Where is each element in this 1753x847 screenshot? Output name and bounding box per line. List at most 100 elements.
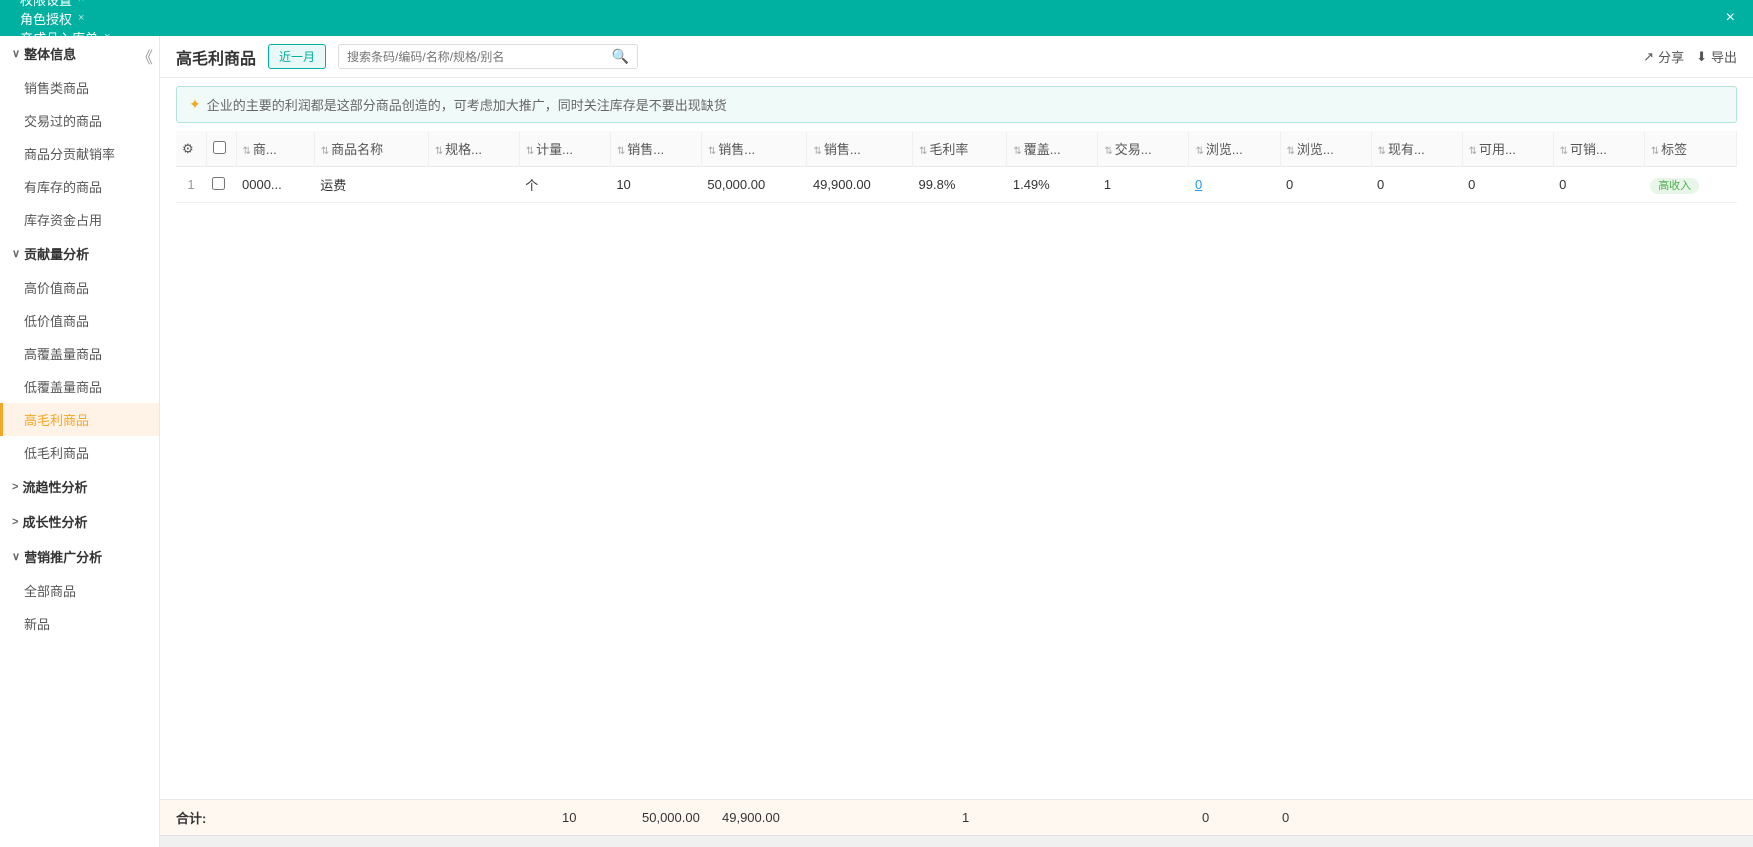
main-layout: 《 ∨整体信息销售类商品交易过的商品商品分贡献销率有库存的商品库存资金占用∨贡献… [0,36,1753,847]
col-header-browse1[interactable]: ⇅浏览... [1189,131,1280,167]
sidebar-group-arrow: ∨ [12,550,20,563]
col-label-saleAmt2: 销售... [824,142,861,157]
sidebar-group-整体信息[interactable]: ∨整体信息 [0,36,159,71]
sidebar-content: ∨整体信息销售类商品交易过的商品商品分贡献销率有库存的商品库存资金占用∨贡献量分… [0,36,159,640]
sort-icon: ⇅ [1013,146,1021,157]
sort-icon: ⇅ [526,146,534,157]
sort-icon: ⇅ [321,146,329,157]
col-label-name: 商品名称 [331,142,383,157]
footer-current: 0 [1196,810,1276,825]
sort-icon: ⇅ [1195,146,1203,157]
col-header-name[interactable]: ⇅商品名称 [314,131,428,167]
footer-label: 合计: [176,808,236,827]
col-label-saleAmt: 销售... [718,142,755,157]
time-filter-button[interactable]: 近一月 [268,44,326,69]
sidebar-group-流趋性分析[interactable]: >流趋性分析 [0,469,159,504]
data-table: ⚙⇅商...⇅商品名称⇅规格...⇅计量...⇅销售...⇅销售...⇅销售..… [176,131,1737,203]
col-label-salable: 可销... [1570,142,1607,157]
share-label: 分享 [1658,47,1684,66]
sidebar-group-营销推广分析[interactable]: ∨ 营销推广分析 [0,539,159,574]
col-header-saleAmt[interactable]: ⇅销售... [701,131,807,167]
col-header-saleAmt2[interactable]: ⇅销售... [807,131,913,167]
sidebar-item-商品分贡献销率[interactable]: 商品分贡献销率 [0,137,159,170]
sidebar-group-label: 营销推广分析 [24,547,102,566]
col-header-coverage[interactable]: ⇅覆盖... [1007,131,1098,167]
col-checkbox-header[interactable] [206,131,236,167]
table-body: 10000...运费个1050,000.0049,900.0099.8%1.49… [176,167,1737,203]
search-input[interactable] [347,50,612,64]
col-label-code: 商... [253,142,277,157]
close-tab-icon[interactable]: × [78,12,84,24]
row-checkbox[interactable] [212,177,225,190]
sidebar-collapse-button[interactable]: 《 [137,44,153,68]
sidebar-item-高毛利商品[interactable]: 高毛利商品 [0,403,159,436]
close-tab-icon[interactable]: × [78,0,84,5]
cell-grossRate: 99.8% [913,167,1007,203]
select-all-checkbox[interactable] [213,141,226,154]
bottom-scrollbar[interactable] [160,835,1753,847]
col-header-trade[interactable]: ⇅交易... [1098,131,1189,167]
footer-trade: 1 [956,810,1036,825]
sidebar-group-arrow: > [12,516,18,528]
sidebar-group-贡献量分析[interactable]: ∨贡献量分析 [0,236,159,271]
col-header-spec[interactable]: ⇅规格... [428,131,519,167]
col-header-salable[interactable]: ⇅可销... [1553,131,1644,167]
col-label-spec: 规格... [445,142,482,157]
sidebar-item-库存资金占用[interactable]: 库存资金占用 [0,203,159,236]
sidebar-group-label: 整体信息 [24,44,76,63]
sidebar-item-低覆盖量商品[interactable]: 低覆盖量商品 [0,370,159,403]
sort-icon: ⇅ [1287,146,1295,157]
nav-tab-权限设置[interactable]: 权限设置× [8,0,122,9]
col-header-unit[interactable]: ⇅计量... [519,131,610,167]
sidebar-group-label: 贡献量分析 [24,244,89,263]
footer-sale-qty: 10 [556,810,636,825]
cell-coverage: 1.49% [1007,167,1098,203]
footer-bar: 合计: 10 50,000.00 49,900.00 1 0 0 [160,799,1753,835]
nav-tab-角色授权[interactable]: 角色授权× [8,9,122,28]
col-header-available[interactable]: ⇅可用... [1462,131,1553,167]
sort-icon: ⇅ [1560,146,1568,157]
cell-trade: 1 [1098,167,1189,203]
close-all-tabs[interactable]: × [1716,9,1745,27]
search-icon[interactable]: 🔍 [612,48,629,65]
cell-unit: 个 [519,167,610,203]
col-header-tag[interactable]: ⇅标签 [1644,131,1736,167]
sidebar-item-高价值商品[interactable]: 高价值商品 [0,271,159,304]
cell-browse1[interactable]: 0 [1189,167,1280,203]
share-button[interactable]: ↗ 分享 [1643,47,1684,66]
col-label-coverage: 覆盖... [1024,142,1061,157]
col-header-code[interactable]: ⇅商... [236,131,314,167]
sidebar-item-有库存的商品[interactable]: 有库存的商品 [0,170,159,203]
footer-available: 0 [1276,810,1356,825]
sidebar-item-低价值商品[interactable]: 低价值商品 [0,304,159,337]
export-button[interactable]: ⬇ 导出 [1696,47,1737,66]
sort-icon: ⇅ [617,146,625,157]
sidebar-item-交易过的商品[interactable]: 交易过的商品 [0,104,159,137]
cell-available: 0 [1462,167,1553,203]
tag-badge: 高收入 [1650,178,1699,194]
col-label-trade: 交易... [1115,142,1152,157]
sidebar-item-全部商品[interactable]: 全部商品 [0,574,159,607]
col-header-saleQty[interactable]: ⇅销售... [610,131,701,167]
col-label-browse1: 浏览... [1206,142,1243,157]
sort-icon: ⇅ [1104,146,1112,157]
cell-current: 0 [1371,167,1462,203]
sidebar-item-新品[interactable]: 新品 [0,607,159,640]
sidebar-group-成长性分析[interactable]: >成长性分析 [0,504,159,539]
sidebar-group-label: 流趋性分析 [22,477,87,496]
col-header-current[interactable]: ⇅现有... [1371,131,1462,167]
header-actions: ↗ 分享 ⬇ 导出 [1643,47,1737,66]
col-header-grossRate[interactable]: ⇅毛利率 [913,131,1007,167]
top-navigation: 首页销售单×进货单×权限设置×角色授权×产成品入库单×单据模板设置×商品分析×商… [0,0,1753,36]
col-settings[interactable]: ⚙ [176,131,206,167]
col-header-browse2[interactable]: ⇅浏览... [1280,131,1371,167]
sort-icon: ⇅ [813,146,821,157]
footer-sale-amt: 50,000.00 [636,810,716,825]
col-label-browse2: 浏览... [1297,142,1334,157]
sidebar-item-销售类商品[interactable]: 销售类商品 [0,71,159,104]
share-icon: ↗ [1643,49,1654,65]
sidebar-item-低毛利商品[interactable]: 低毛利商品 [0,436,159,469]
sidebar: 《 ∨整体信息销售类商品交易过的商品商品分贡献销率有库存的商品库存资金占用∨贡献… [0,36,160,847]
sidebar-item-高覆盖量商品[interactable]: 高覆盖量商品 [0,337,159,370]
notice-icon: ✦ [189,96,201,113]
